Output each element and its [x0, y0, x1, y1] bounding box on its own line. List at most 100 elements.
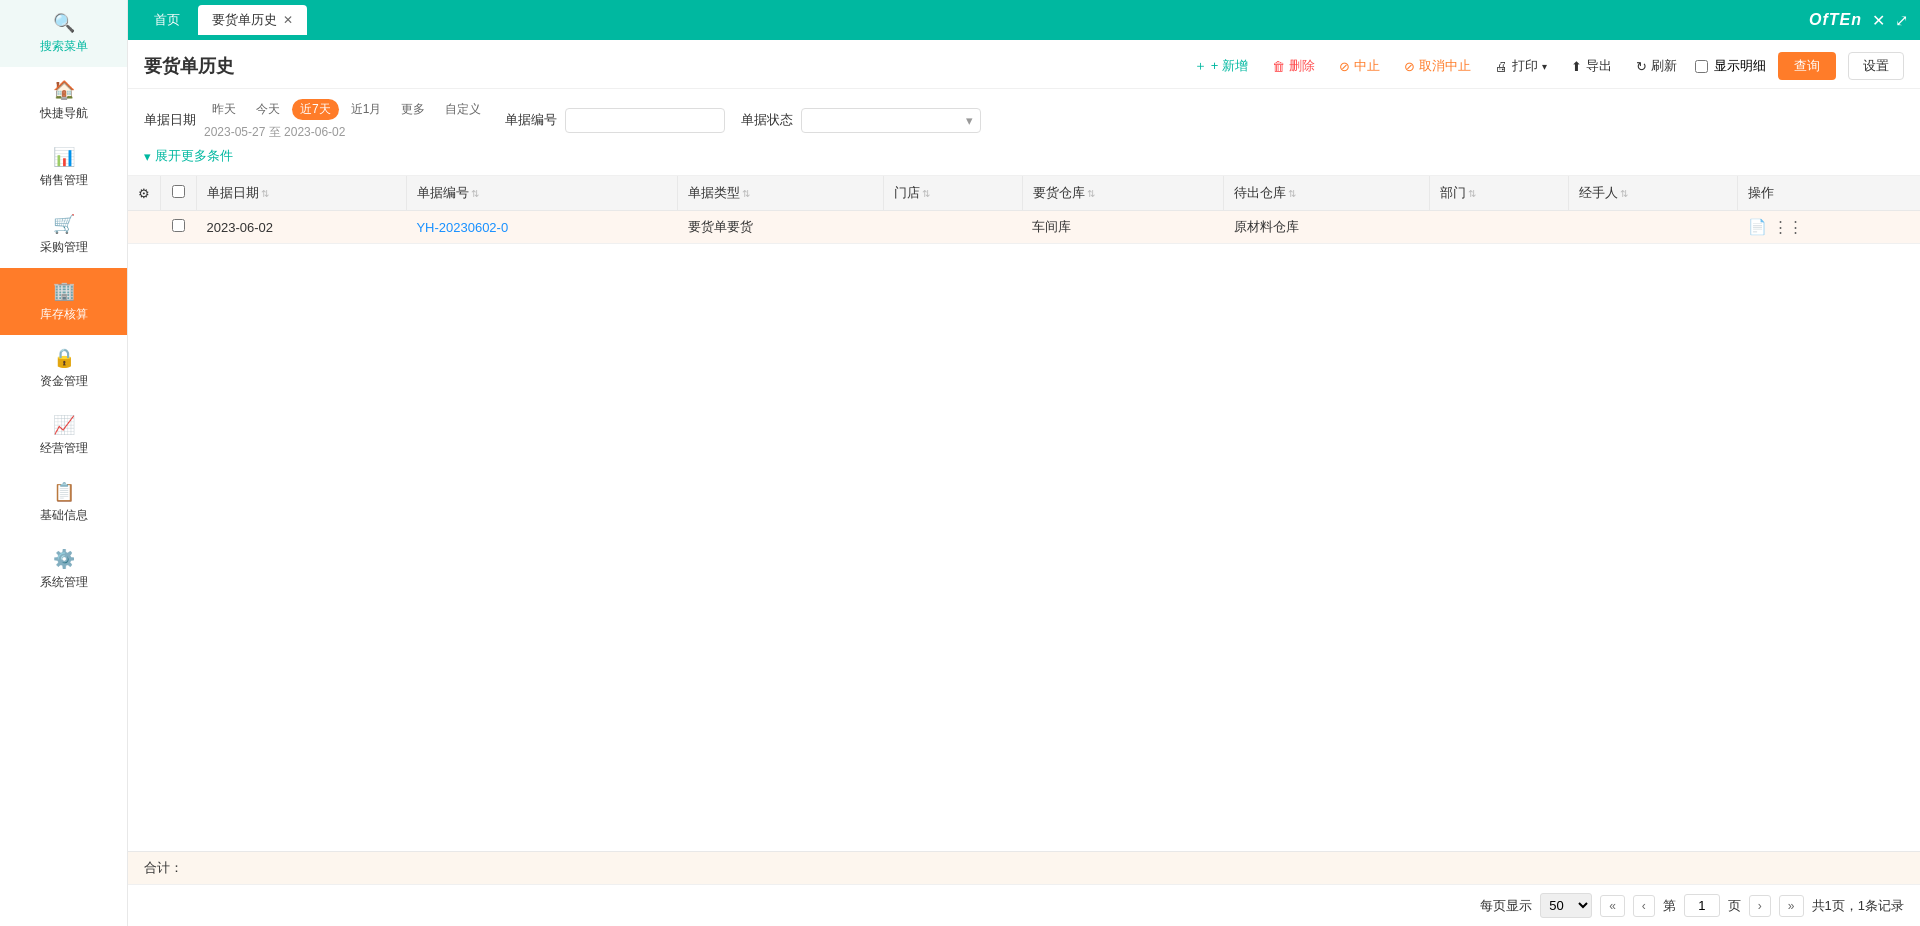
expand-more-button[interactable]: ▾ 展开更多条件: [144, 147, 1904, 165]
new-button[interactable]: ＋ + 新增: [1188, 53, 1254, 79]
doc-status-label: 单据状态: [741, 111, 793, 129]
next-page-btn[interactable]: ›: [1749, 895, 1771, 917]
export-label: 导出: [1586, 57, 1612, 75]
col-checkbox: [161, 176, 197, 211]
col-pending-warehouse-label: 待出仓库: [1234, 184, 1286, 202]
sort-icon-doc-no: ⇅: [471, 188, 479, 199]
sidebar-item-purchase-mgmt[interactable]: 🛒 采购管理: [0, 201, 127, 268]
query-button[interactable]: 查询: [1778, 52, 1836, 80]
tab-requisition-history-label: 要货单历史: [212, 11, 277, 29]
window-close-icon[interactable]: ✕: [1872, 11, 1885, 30]
sys-mgmt-icon: ⚙️: [53, 548, 75, 570]
delete-button[interactable]: 🗑 删除: [1266, 53, 1321, 79]
select-all-checkbox[interactable]: [172, 185, 185, 198]
col-pending-warehouse[interactable]: 待出仓库⇅: [1224, 176, 1430, 211]
col-doc-no[interactable]: 单据编号⇅: [406, 176, 677, 211]
tab-close-icon[interactable]: ✕: [283, 13, 293, 27]
table-wrapper: ⚙ 单据日期⇅ 单据编号⇅ 单据类型⇅: [128, 176, 1920, 851]
row-edit-icon[interactable]: 📄: [1748, 218, 1767, 236]
sort-icon-req-warehouse: ⇅: [1087, 188, 1095, 199]
row-checkbox[interactable]: [172, 219, 185, 232]
row-more-icon[interactable]: ⋮⋮: [1773, 218, 1803, 236]
sidebar-item-sales-mgmt[interactable]: 📊 销售管理: [0, 134, 127, 201]
cancel-stop-button[interactable]: ⊘ 取消中止: [1398, 53, 1477, 79]
col-department[interactable]: 部门⇅: [1430, 176, 1568, 211]
finance-mgmt-icon: 🔒: [53, 347, 75, 369]
sort-icon-handler: ⇅: [1620, 188, 1628, 199]
date-opt-1month[interactable]: 近1月: [343, 99, 390, 120]
doc-status-select-wrapper: ▾: [801, 108, 981, 133]
brand-label: OfTEn: [1809, 11, 1862, 29]
col-settings[interactable]: ⚙: [128, 176, 161, 211]
col-handler[interactable]: 经手人⇅: [1568, 176, 1738, 211]
sidebar-item-inventory-calc[interactable]: 🏢 库存核算: [0, 268, 127, 335]
date-filter-group: 单据日期 昨天 今天 近7天 近1月 更多 自定义 2023-05-27 至 2…: [144, 99, 489, 141]
tab-home-label: 首页: [154, 11, 180, 29]
display-cell-checkbox[interactable]: [1695, 60, 1708, 73]
first-page-btn[interactable]: «: [1600, 895, 1625, 917]
sidebar-item-sys-mgmt[interactable]: ⚙️ 系统管理: [0, 536, 127, 603]
row-doc-type: 要货单要货: [678, 211, 884, 244]
doc-status-select[interactable]: [801, 108, 981, 133]
table-footer: 合计：: [128, 851, 1920, 884]
date-opt-yesterday[interactable]: 昨天: [204, 99, 244, 120]
col-handler-label: 经手人: [1579, 184, 1618, 202]
tab-home[interactable]: 首页: [140, 5, 194, 35]
doc-no-input[interactable]: [565, 108, 725, 133]
export-button[interactable]: ⬆ 导出: [1565, 53, 1618, 79]
tab-requisition-history[interactable]: 要货单历史 ✕: [198, 5, 307, 35]
col-doc-type-label: 单据类型: [688, 184, 740, 202]
window-expand-icon[interactable]: ⤢: [1895, 11, 1908, 30]
print-icon: 🖨: [1495, 59, 1508, 74]
delete-label: 删除: [1289, 57, 1315, 75]
new-icon: ＋: [1194, 57, 1207, 75]
delete-icon: 🗑: [1272, 59, 1285, 74]
stop-button[interactable]: ⊘ 中止: [1333, 53, 1386, 79]
page-suffix: 页: [1728, 897, 1741, 915]
settings-button[interactable]: 设置: [1848, 52, 1904, 80]
sidebar-item-label: 搜索菜单: [40, 38, 88, 55]
toolbar: ＋ + 新增 🗑 删除 ⊘ 中止 ⊘ 取消中止 🖨 打印: [1188, 52, 1904, 80]
sidebar-item-basic-info[interactable]: 📋 基础信息: [0, 469, 127, 536]
table-body: 2023-06-02 YH-20230602-0 要货单要货 车间库 原材料仓库: [128, 211, 1920, 244]
action-icons: 📄 ⋮⋮: [1748, 218, 1910, 236]
total-label: 合计：: [144, 859, 183, 877]
page-input[interactable]: [1684, 894, 1720, 917]
print-button[interactable]: 🖨 打印 ▾: [1489, 53, 1553, 79]
sort-icon-doc-type: ⇅: [742, 188, 750, 199]
prev-page-btn[interactable]: ‹: [1633, 895, 1655, 917]
expand-more-icon: ▾: [144, 149, 151, 164]
sidebar-item-quick-nav[interactable]: 🏠 快捷导航: [0, 67, 127, 134]
date-opt-today[interactable]: 今天: [248, 99, 288, 120]
doc-no-link[interactable]: YH-20230602-0: [416, 220, 508, 235]
filter-row: 单据日期 昨天 今天 近7天 近1月 更多 自定义 2023-05-27 至 2…: [144, 99, 1904, 141]
expand-more-label: 展开更多条件: [155, 147, 233, 165]
row-pending-warehouse: 原材料仓库: [1224, 211, 1430, 244]
sidebar-item-search-menu[interactable]: 🔍 搜索菜单: [0, 0, 127, 67]
date-opt-custom[interactable]: 自定义: [437, 99, 489, 120]
sidebar-item-ops-mgmt[interactable]: 📈 经营管理: [0, 402, 127, 469]
cancel-stop-label: 取消中止: [1419, 57, 1471, 75]
date-range-text: 2023-05-27 至 2023-06-02: [204, 124, 489, 141]
display-cell-button[interactable]: 显示明细: [1695, 57, 1766, 75]
sidebar-item-label: 采购管理: [40, 239, 88, 256]
data-table: ⚙ 单据日期⇅ 单据编号⇅ 单据类型⇅: [128, 176, 1920, 244]
col-req-warehouse-label: 要货仓库: [1033, 184, 1085, 202]
per-page-select[interactable]: 50 10 20 100: [1540, 893, 1592, 918]
topbar-right: OfTEn ✕ ⤢: [1809, 11, 1908, 30]
col-doc-type[interactable]: 单据类型⇅: [678, 176, 884, 211]
page-label: 第: [1663, 897, 1676, 915]
last-page-btn[interactable]: »: [1779, 895, 1804, 917]
col-doc-date[interactable]: 单据日期⇅: [197, 176, 407, 211]
date-opt-more[interactable]: 更多: [393, 99, 433, 120]
page-title: 要货单历史: [144, 54, 234, 78]
refresh-button[interactable]: ↻ 刷新: [1630, 53, 1683, 79]
date-filter-label: 单据日期: [144, 111, 196, 129]
col-store[interactable]: 门店⇅: [884, 176, 1022, 211]
date-opt-7days[interactable]: 近7天: [292, 99, 339, 120]
quick-nav-icon: 🏠: [53, 79, 75, 101]
col-req-warehouse[interactable]: 要货仓库⇅: [1022, 176, 1223, 211]
page-header: 要货单历史 ＋ + 新增 🗑 删除 ⊘ 中止 ⊘ 取消中止: [128, 40, 1920, 89]
sidebar-item-label: 系统管理: [40, 574, 88, 591]
sidebar-item-finance-mgmt[interactable]: 🔒 资金管理: [0, 335, 127, 402]
